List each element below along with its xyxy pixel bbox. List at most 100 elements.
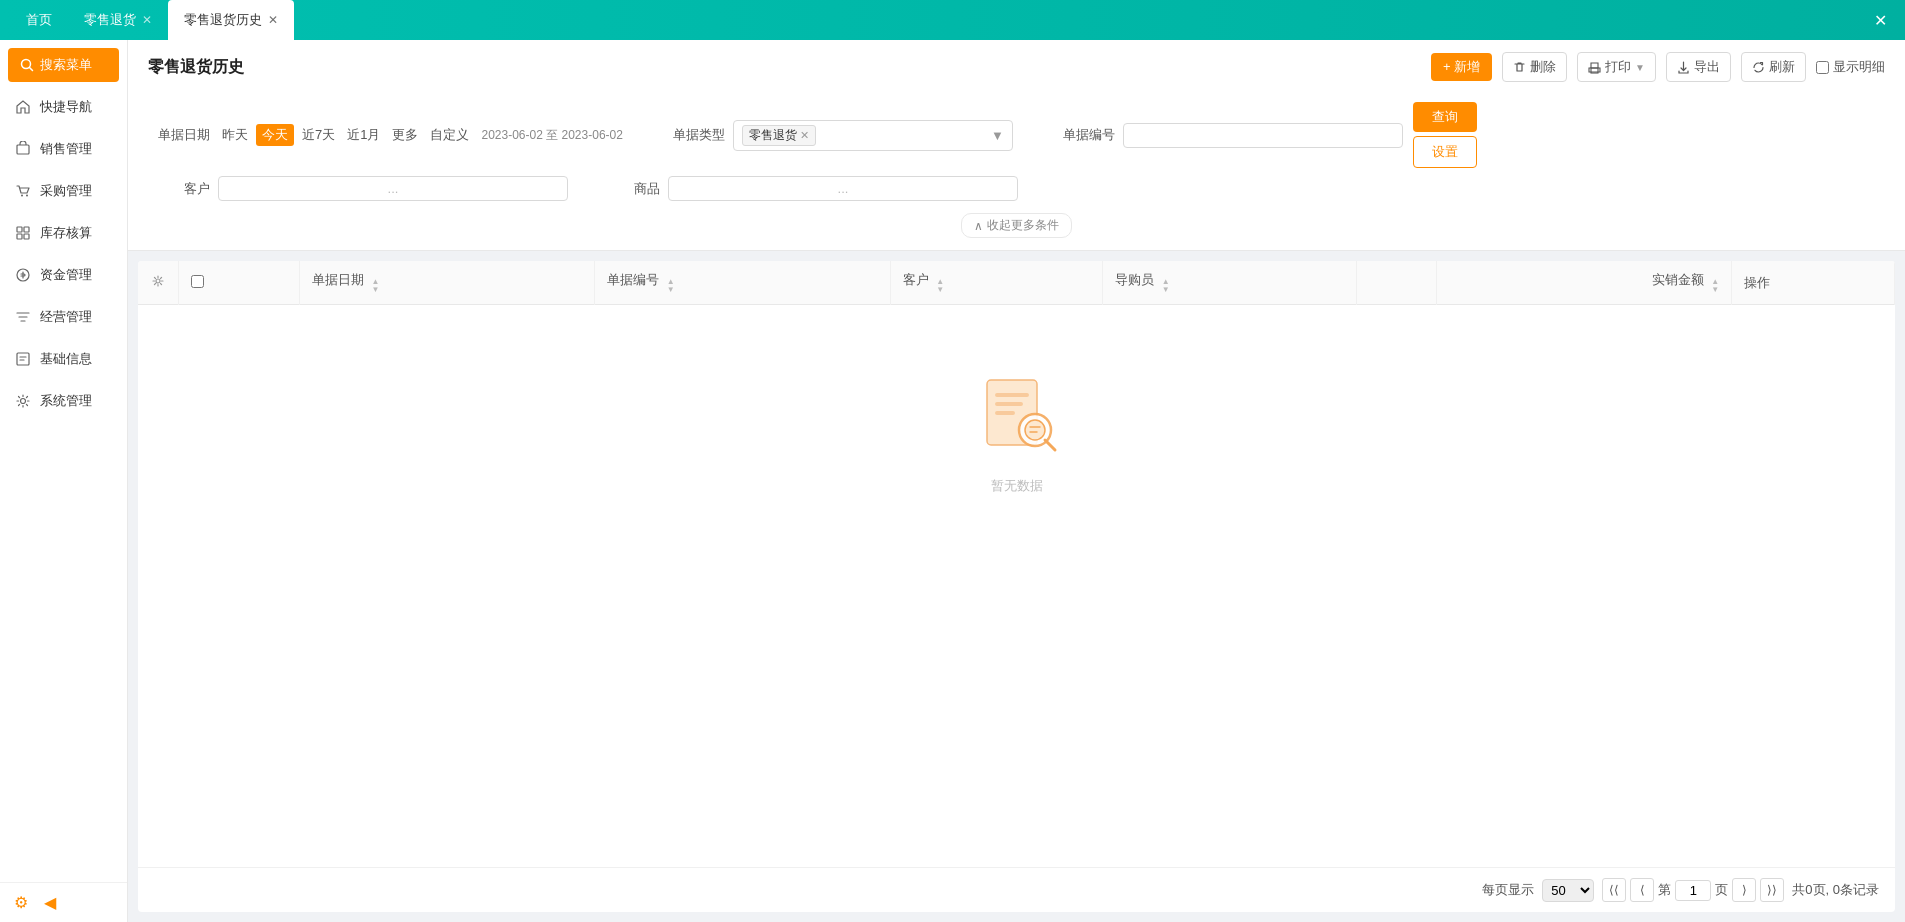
tab-retail-return[interactable]: 零售退货 ✕ (68, 0, 168, 40)
sidebar-item-system-mgmt[interactable]: 系统管理 (0, 380, 127, 422)
sort-bill-date[interactable]: ▲▼ (371, 278, 379, 294)
sort-bill-no[interactable]: ▲▼ (667, 278, 675, 294)
refresh-button[interactable]: 刷新 (1741, 52, 1806, 82)
table-container: 单据日期 ▲▼ 单据编号 ▲▼ 客户 ▲▼ (138, 261, 1895, 867)
sort-customer[interactable]: ▲▼ (936, 278, 944, 294)
sidebar-item-inventory-calc-label: 库存核算 (40, 224, 92, 242)
th-action: 操作 (1732, 261, 1895, 305)
query-button[interactable]: 查询 (1413, 102, 1477, 132)
setting-button-label: 设置 (1432, 144, 1458, 159)
type-tag-label: 零售退货 (749, 127, 797, 144)
sidebar-item-ops-mgmt[interactable]: 经营管理 (0, 296, 127, 338)
date-opt-more[interactable]: 更多 (388, 124, 422, 146)
sidebar-item-basic-info-label: 基础信息 (40, 350, 92, 368)
delete-button[interactable]: 删除 (1502, 52, 1567, 82)
svg-rect-15 (995, 393, 1029, 397)
show-detail-checkbox[interactable] (1816, 61, 1829, 74)
select-all-checkbox[interactable] (191, 275, 204, 288)
th-amount: 实销金额 ▲▼ (1436, 261, 1731, 305)
sales-icon (14, 140, 32, 158)
basic-icon (14, 350, 32, 368)
sidebar-item-basic-info[interactable]: 基础信息 (0, 338, 127, 380)
sidebar: 搜索菜单 快捷导航 销售管理 采购管理 库存核算 (0, 40, 128, 922)
collapse-sidebar-icon[interactable]: ◀ (44, 893, 56, 912)
date-opt-custom[interactable]: 自定义 (426, 124, 473, 146)
customer-input[interactable]: ... (218, 176, 568, 201)
type-filter-tag: 零售退货 ✕ (742, 125, 816, 146)
show-detail-checkbox-label[interactable]: 显示明细 (1816, 58, 1885, 76)
new-button[interactable]: + 新增 (1431, 53, 1492, 81)
date-opt-7days[interactable]: 近7天 (298, 124, 339, 146)
finance-icon (14, 266, 32, 284)
sort-guide[interactable]: ▲▼ (1162, 278, 1170, 294)
date-opt-yesterday[interactable]: 昨天 (218, 124, 252, 146)
th-settings[interactable] (138, 261, 178, 305)
bill-no-input[interactable] (1123, 123, 1403, 148)
tab-retail-return-history-close[interactable]: ✕ (268, 13, 278, 27)
tab-retail-return-label: 零售退货 (84, 11, 136, 29)
delete-button-label: 删除 (1530, 58, 1556, 76)
last-page-button[interactable]: ⟩⟩ (1760, 878, 1784, 902)
sidebar-search[interactable]: 搜索菜单 (8, 48, 119, 82)
svg-line-1 (30, 68, 33, 71)
home-icon (14, 98, 32, 116)
print-dropdown-icon[interactable]: ▼ (1635, 62, 1645, 73)
th-checkbox[interactable] (178, 261, 299, 305)
collapse-button[interactable]: ∧ 收起更多条件 (961, 213, 1072, 238)
collapse-row: ∧ 收起更多条件 (148, 209, 1885, 242)
svg-point-11 (21, 399, 26, 404)
per-page-select[interactable]: 50 10 20 100 (1542, 879, 1594, 902)
page-input[interactable] (1675, 880, 1711, 901)
type-filter-dropdown[interactable]: 零售退货 ✕ ▼ (733, 120, 1013, 151)
first-page-button[interactable]: ⟨⟨ (1602, 878, 1626, 902)
sidebar-item-quick-nav[interactable]: 快捷导航 (0, 86, 127, 128)
th-bill-date: 单据日期 ▲▼ (299, 261, 594, 305)
th-guide-label: 导购员 (1115, 272, 1154, 287)
tab-retail-return-history[interactable]: 零售退货历史 ✕ (168, 0, 294, 40)
settings-icon[interactable]: ⚙ (14, 893, 28, 912)
prev-page-button[interactable]: ⟨ (1630, 878, 1654, 902)
customer-placeholder: ... (388, 181, 399, 196)
svg-rect-2 (17, 145, 29, 154)
svg-point-19 (1025, 420, 1045, 440)
filter-row-customer-goods: 客户 ... 商品 ... (148, 176, 1885, 201)
sidebar-item-sales-mgmt[interactable]: 销售管理 (0, 128, 127, 170)
print-button[interactable]: 打印 ▼ (1577, 52, 1656, 82)
export-button[interactable]: 导出 (1666, 52, 1731, 82)
tab-retail-return-history-label: 零售退货历史 (184, 11, 262, 29)
column-settings-icon[interactable] (151, 274, 165, 288)
type-tag-remove[interactable]: ✕ (800, 129, 809, 142)
setting-button[interactable]: 设置 (1413, 136, 1477, 168)
show-detail-label: 显示明细 (1833, 58, 1885, 76)
sidebar-item-finance-mgmt-label: 资金管理 (40, 266, 92, 284)
date-opt-1month[interactable]: 近1月 (343, 124, 384, 146)
collapse-button-label: 收起更多条件 (987, 217, 1059, 234)
type-dropdown-arrow: ▼ (991, 128, 1004, 143)
th-customer: 客户 ▲▼ (890, 261, 1102, 305)
tab-home[interactable]: 首页 (10, 0, 68, 40)
sort-amount[interactable]: ▲▼ (1711, 278, 1719, 294)
window-close-button[interactable]: ✕ (1866, 11, 1895, 30)
sidebar-item-system-mgmt-label: 系统管理 (40, 392, 92, 410)
data-table: 单据日期 ▲▼ 单据编号 ▲▼ 客户 ▲▼ (138, 261, 1895, 305)
sidebar-item-purchase-mgmt[interactable]: 采购管理 (0, 170, 127, 212)
print-icon (1588, 61, 1601, 74)
goods-input[interactable]: ... (668, 176, 1018, 201)
top-bar: 首页 零售退货 ✕ 零售退货历史 ✕ ✕ (0, 0, 1905, 40)
content-area: 单据日期 ▲▼ 单据编号 ▲▼ 客户 ▲▼ (138, 261, 1895, 912)
next-page-button[interactable]: ⟩ (1732, 878, 1756, 902)
tab-list: 首页 零售退货 ✕ 零售退货历史 ✕ (10, 0, 1866, 40)
refresh-button-label: 刷新 (1769, 58, 1795, 76)
filter-area: 单据日期 昨天 今天 近7天 近1月 更多 自定义 2023-06-02 至 2… (148, 92, 1885, 250)
page-label: 第 (1658, 881, 1671, 899)
date-opt-today[interactable]: 今天 (256, 124, 294, 146)
customer-filter-label: 客户 (148, 180, 218, 198)
sidebar-item-inventory-calc[interactable]: 库存核算 (0, 212, 127, 254)
svg-rect-17 (995, 411, 1015, 415)
svg-rect-6 (24, 227, 29, 232)
tab-retail-return-close[interactable]: ✕ (142, 13, 152, 27)
date-range-display: 2023-06-02 至 2023-06-02 (481, 127, 622, 144)
main-content: 零售退货历史 + 新增 删除 打印 ▼ (128, 40, 1905, 922)
sidebar-item-finance-mgmt[interactable]: 资金管理 (0, 254, 127, 296)
new-button-label: + 新增 (1443, 58, 1480, 76)
